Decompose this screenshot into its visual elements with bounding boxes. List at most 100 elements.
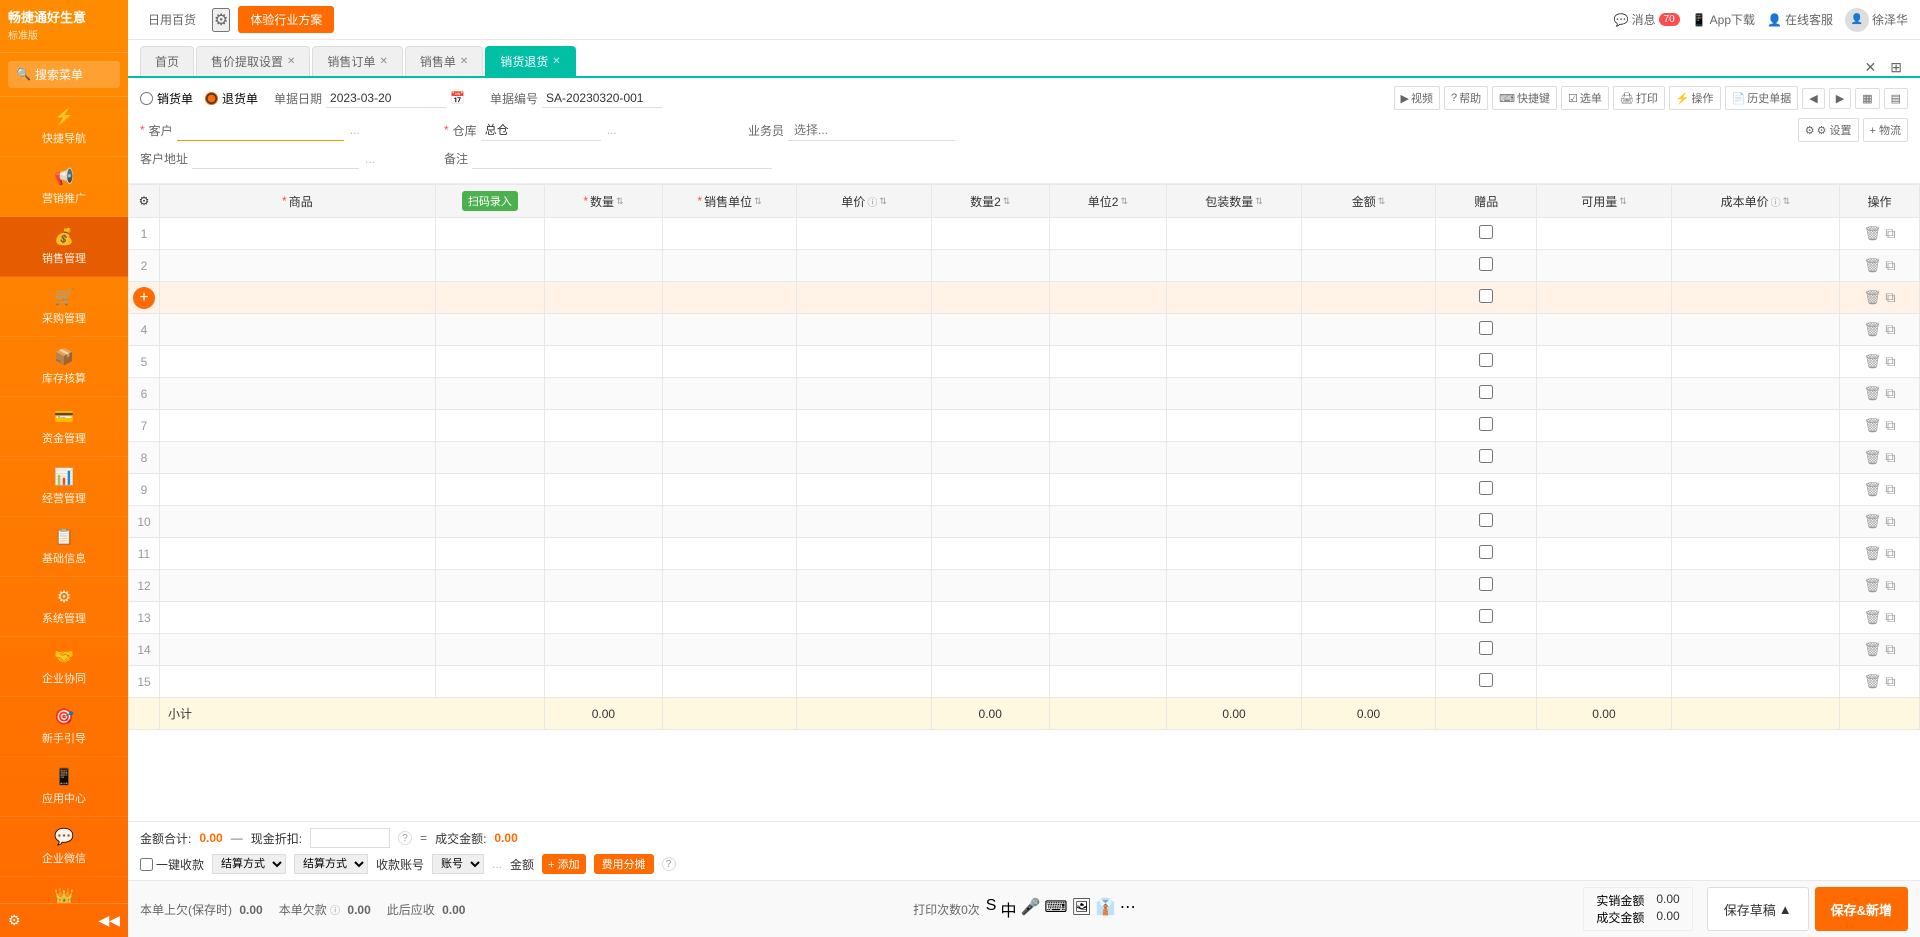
gift-checkbox-10[interactable] — [1479, 513, 1493, 527]
gift-checkbox-15[interactable] — [1479, 673, 1493, 687]
row-3-unit-price[interactable] — [797, 282, 932, 314]
customer-dots[interactable]: ... — [350, 123, 360, 137]
row-1-delete-button[interactable]: 🗑 — [1864, 225, 1882, 242]
sidebar-settings-button[interactable]: ⚙ — [8, 912, 21, 929]
row-4-goods[interactable] — [160, 314, 436, 346]
row-9-amount[interactable] — [1301, 474, 1436, 506]
gift-checkbox-3[interactable] — [1479, 289, 1493, 303]
gift-checkbox-11[interactable] — [1479, 545, 1493, 559]
gift-checkbox-12[interactable] — [1479, 577, 1493, 591]
sidebar-item-app-center[interactable]: 📱 应用中心 — [0, 757, 128, 817]
row-1-sales-unit[interactable] — [662, 218, 797, 250]
sidebar-item-guide[interactable]: 🎯 新手引导 — [0, 697, 128, 757]
sidebar-item-operations[interactable]: 📊 经营管理 — [0, 457, 128, 517]
row-3-pack-quantity[interactable] — [1167, 282, 1302, 314]
tab-sales-return[interactable]: 销货退货 ✕ — [485, 46, 575, 76]
daily-goods-selector[interactable]: 日用百货 — [140, 7, 204, 32]
row-4-copy-button[interactable]: ⧉ — [1885, 321, 1895, 338]
tab-home[interactable]: 首页 — [140, 46, 194, 76]
row-9-unit-price[interactable] — [797, 474, 932, 506]
goods-input-active[interactable] — [164, 291, 431, 305]
radio-delivery-input[interactable] — [140, 92, 153, 105]
save-new-button[interactable]: 保存&新增 — [1815, 887, 1908, 931]
row-5-pack-quantity[interactable] — [1167, 346, 1302, 378]
print-button[interactable]: 🖨 打印 — [1613, 86, 1665, 110]
sidebar-item-basic-info[interactable]: 📋 基础信息 — [0, 517, 128, 577]
keyboard-bottom-icon[interactable]: ⌨ — [1044, 897, 1067, 921]
row-10-quantity[interactable] — [545, 506, 663, 538]
row-9-quantity[interactable] — [545, 474, 663, 506]
row-9-pack-quantity[interactable] — [1167, 474, 1302, 506]
date-value[interactable]: 2023-03-20 — [326, 89, 446, 108]
warehouse-dots[interactable]: ... — [607, 123, 617, 137]
tab-sales-delivery[interactable]: 销售单 ✕ — [405, 46, 483, 76]
row-12-quantity[interactable] — [545, 570, 663, 602]
row-1-unit-price[interactable] — [797, 218, 932, 250]
row-7-amount[interactable] — [1301, 410, 1436, 442]
tab-sales-order-close[interactable]: ✕ — [379, 56, 387, 67]
row-13-sales-unit[interactable] — [662, 602, 797, 634]
tab-price-settings-close[interactable]: ✕ — [287, 56, 295, 67]
radio-return-label[interactable]: 退货单 — [205, 90, 258, 107]
row-2-amount[interactable] — [1301, 250, 1436, 282]
account-select[interactable]: 账号 — [432, 854, 484, 874]
select-order-button[interactable]: ☑ 选单 — [1561, 86, 1609, 110]
customer-address-input[interactable] — [192, 148, 359, 169]
row-15-goods[interactable] — [160, 666, 436, 698]
row-7-sales-unit[interactable] — [662, 410, 797, 442]
sidebar-item-marketing[interactable]: 📢 营销推广 — [0, 157, 128, 217]
row-7-goods[interactable] — [160, 410, 436, 442]
row-6-unit-price[interactable] — [797, 378, 932, 410]
row-6-quantity[interactable] — [545, 378, 663, 410]
row-3-gift[interactable] — [1436, 282, 1537, 314]
s-icon[interactable]: S — [986, 897, 997, 921]
row-15-amount[interactable] — [1301, 666, 1436, 698]
row-6-copy-button[interactable]: ⧉ — [1885, 385, 1895, 402]
row-11-sales-unit[interactable] — [662, 538, 797, 570]
row-5-sales-unit[interactable] — [662, 346, 797, 378]
row-3-delete-button[interactable]: 🗑 — [1864, 289, 1882, 306]
row-3-quantity[interactable] — [545, 282, 663, 314]
form-settings-button[interactable]: ⚙ ⚙ 设置 — [1798, 118, 1859, 142]
sidebar-item-purchase[interactable]: 🛒 采购管理 — [0, 277, 128, 337]
row-15-delete-button[interactable]: 🗑 — [1864, 673, 1882, 690]
sidebar-item-enterprise[interactable]: 🤝 企业协同 — [0, 637, 128, 697]
row-6-pack-quantity[interactable] — [1167, 378, 1302, 410]
row-10-delete-button[interactable]: 🗑 — [1864, 513, 1882, 530]
sidebar-item-inventory[interactable]: 📦 库存核算 — [0, 337, 128, 397]
row-15-unit-price[interactable] — [797, 666, 932, 698]
tab-sales-return-close[interactable]: ✕ — [552, 56, 560, 67]
row-2-quantity[interactable] — [545, 250, 663, 282]
row-15-pack-quantity[interactable] — [1167, 666, 1302, 698]
radio-return-input[interactable] — [205, 92, 218, 105]
row-5-unit-price[interactable] — [797, 346, 932, 378]
row-11-goods[interactable] — [160, 538, 436, 570]
row-1-goods[interactable] — [160, 218, 436, 250]
row-8-copy-button[interactable]: ⧉ — [1885, 449, 1895, 466]
help-button[interactable]: ? 帮助 — [1444, 86, 1488, 110]
row-13-delete-button[interactable]: 🗑 — [1864, 609, 1882, 626]
row-7-pack-quantity[interactable] — [1167, 410, 1302, 442]
row-6-gift[interactable] — [1436, 378, 1537, 410]
add-row-button[interactable]: + — [133, 287, 155, 309]
notes-input[interactable] — [472, 148, 772, 169]
row-13-gift[interactable] — [1436, 602, 1537, 634]
row-12-amount[interactable] — [1301, 570, 1436, 602]
fee-help-icon[interactable]: ? — [662, 857, 676, 871]
table-header-gear[interactable]: ⚙ — [129, 185, 160, 218]
operation-button[interactable]: ⚡ 操作 — [1669, 86, 1721, 110]
row-3-amount[interactable] — [1301, 282, 1436, 314]
sidebar-item-member[interactable]: 👑 畅会员 — [0, 877, 128, 903]
scan-input-button[interactable]: 扫码录入 — [462, 191, 518, 211]
row-13-unit-price[interactable] — [797, 602, 932, 634]
row-12-sales-unit[interactable] — [662, 570, 797, 602]
tab-bar-close-button[interactable]: ✕ — [1859, 59, 1883, 76]
help-calc-icon[interactable]: ? — [398, 831, 412, 845]
fee-split-button[interactable]: 费用分摊 — [594, 854, 654, 874]
radio-delivery-label[interactable]: 销货单 — [140, 90, 193, 107]
row-2-delete-button[interactable]: 🗑 — [1864, 257, 1882, 274]
row-3-sales-unit[interactable] — [662, 282, 797, 314]
row-10-pack-quantity[interactable] — [1167, 506, 1302, 538]
gift-checkbox-7[interactable] — [1479, 417, 1493, 431]
row-15-copy-button[interactable]: ⧉ — [1885, 673, 1895, 690]
